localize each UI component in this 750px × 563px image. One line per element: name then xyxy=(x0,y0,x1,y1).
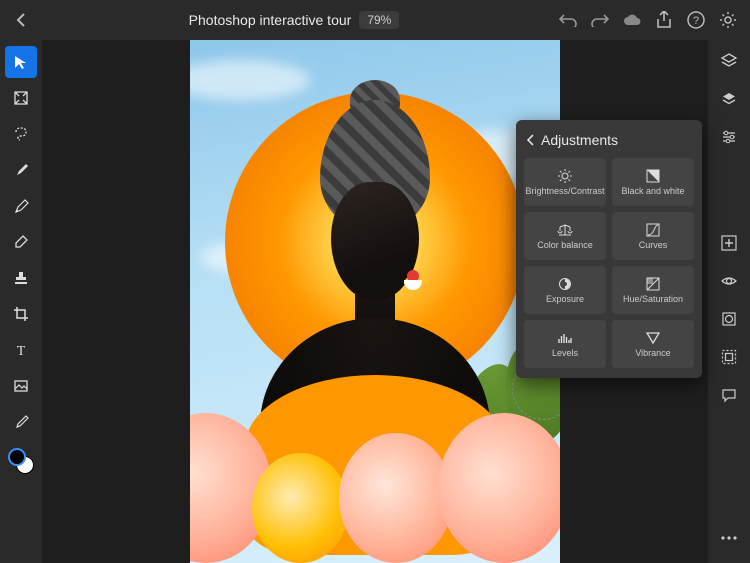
topbar-actions: ? xyxy=(558,10,738,30)
share-icon xyxy=(656,11,672,29)
comments-button[interactable] xyxy=(714,380,744,410)
cloud-button[interactable] xyxy=(622,10,642,30)
zoom-level[interactable]: 79% xyxy=(359,11,399,29)
adjustment-label: Color balance xyxy=(537,241,593,250)
adjustment-brightness-contrast[interactable]: Brightness/Contrast xyxy=(524,158,606,206)
move-tool[interactable] xyxy=(5,46,37,78)
help-button[interactable]: ? xyxy=(686,10,706,30)
document-canvas[interactable] xyxy=(190,40,560,563)
type-icon: T xyxy=(13,342,29,358)
fx-icon xyxy=(720,348,738,366)
foreground-color-swatch[interactable] xyxy=(8,448,26,466)
left-toolbar: T xyxy=(0,40,42,563)
svg-text:?: ? xyxy=(693,15,699,27)
mask-button[interactable] xyxy=(714,304,744,334)
svg-text:T: T xyxy=(17,344,26,358)
mixer-brush-tool[interactable] xyxy=(5,190,37,222)
right-toolbar xyxy=(708,40,750,563)
settings-button[interactable] xyxy=(718,10,738,30)
lasso-icon xyxy=(13,126,29,142)
add-button[interactable] xyxy=(714,228,744,258)
type-tool[interactable]: T xyxy=(5,334,37,366)
eraser-icon xyxy=(13,234,29,250)
transform-icon xyxy=(13,90,29,106)
place-image-tool[interactable] xyxy=(5,370,37,402)
effects-button[interactable] xyxy=(714,342,744,372)
sliders-icon xyxy=(720,128,738,146)
redo-icon xyxy=(591,13,609,27)
crop-icon xyxy=(13,306,29,322)
brush-icon xyxy=(13,162,29,178)
adjustment-exposure[interactable]: Exposure xyxy=(524,266,606,314)
stamp-icon xyxy=(13,270,29,286)
panel-header[interactable]: Adjustments xyxy=(524,128,694,158)
help-icon: ? xyxy=(687,11,705,29)
undo-button[interactable] xyxy=(558,10,578,30)
eyedropper-tool[interactable] xyxy=(5,406,37,438)
adjustments-grid: Brightness/Contrast Black and white Colo… xyxy=(524,158,694,368)
visibility-toggle[interactable] xyxy=(714,266,744,296)
adjustment-label: Levels xyxy=(552,349,578,358)
adjustment-curves[interactable]: Curves xyxy=(612,212,694,260)
clone-stamp-tool[interactable] xyxy=(5,262,37,294)
more-icon xyxy=(720,535,738,541)
adjustment-label: Black and white xyxy=(621,187,684,196)
balance-icon xyxy=(556,222,574,238)
move-tool-icon xyxy=(13,54,29,70)
levels-icon xyxy=(557,330,573,346)
chevron-left-icon xyxy=(16,13,26,27)
adjustment-levels[interactable]: Levels xyxy=(524,320,606,368)
layers-panel-button[interactable] xyxy=(714,46,744,76)
adjustment-label: Exposure xyxy=(546,295,584,304)
vibrance-icon xyxy=(646,330,660,346)
share-button[interactable] xyxy=(654,10,674,30)
panel-title: Adjustments xyxy=(541,132,618,148)
eye-icon xyxy=(720,272,738,290)
top-bar: Photoshop interactive tour 79% ? xyxy=(0,0,750,40)
adjustment-color-balance[interactable]: Color balance xyxy=(524,212,606,260)
document-title: Photoshop interactive tour xyxy=(189,12,352,28)
gear-icon xyxy=(719,11,737,29)
adjustment-label: Hue/Saturation xyxy=(623,295,683,304)
artwork-cloud xyxy=(190,60,310,100)
color-swatches[interactable] xyxy=(8,448,34,474)
artwork-flowers xyxy=(190,393,560,563)
adjustments-panel: Adjustments Brightness/Contrast Black an… xyxy=(516,120,702,378)
adjustment-label: Brightness/Contrast xyxy=(525,187,604,196)
huesat-icon xyxy=(646,276,660,292)
layers-icon xyxy=(720,52,738,70)
exposure-icon xyxy=(558,276,572,292)
adjustment-hue-saturation[interactable]: Hue/Saturation xyxy=(612,266,694,314)
blackwhite-icon xyxy=(646,168,660,184)
cloud-icon xyxy=(622,13,642,27)
plus-icon xyxy=(720,234,738,252)
layer-styles-icon xyxy=(720,90,738,108)
undo-icon xyxy=(559,13,577,27)
lasso-tool[interactable] xyxy=(5,118,37,150)
brightness-icon xyxy=(557,168,573,184)
chevron-left-icon xyxy=(526,134,535,146)
eyedropper-icon xyxy=(13,414,29,430)
adjustment-label: Curves xyxy=(639,241,668,250)
crop-tool[interactable] xyxy=(5,298,37,330)
brush-tool[interactable] xyxy=(5,154,37,186)
title-area: Photoshop interactive tour 79% xyxy=(30,11,558,29)
adjustment-vibrance[interactable]: Vibrance xyxy=(612,320,694,368)
curves-icon xyxy=(646,222,660,238)
comment-icon xyxy=(720,386,738,404)
adjustment-label: Vibrance xyxy=(635,349,670,358)
transform-tool[interactable] xyxy=(5,82,37,114)
image-icon xyxy=(13,378,29,394)
properties-panel-button[interactable] xyxy=(714,122,744,152)
more-menu[interactable] xyxy=(714,523,744,553)
mask-icon xyxy=(720,310,738,328)
mixer-brush-icon xyxy=(13,198,29,214)
eraser-tool[interactable] xyxy=(5,226,37,258)
adjustment-black-white[interactable]: Black and white xyxy=(612,158,694,206)
redo-button[interactable] xyxy=(590,10,610,30)
back-button[interactable] xyxy=(12,13,30,27)
layer-styles-button[interactable] xyxy=(714,84,744,114)
